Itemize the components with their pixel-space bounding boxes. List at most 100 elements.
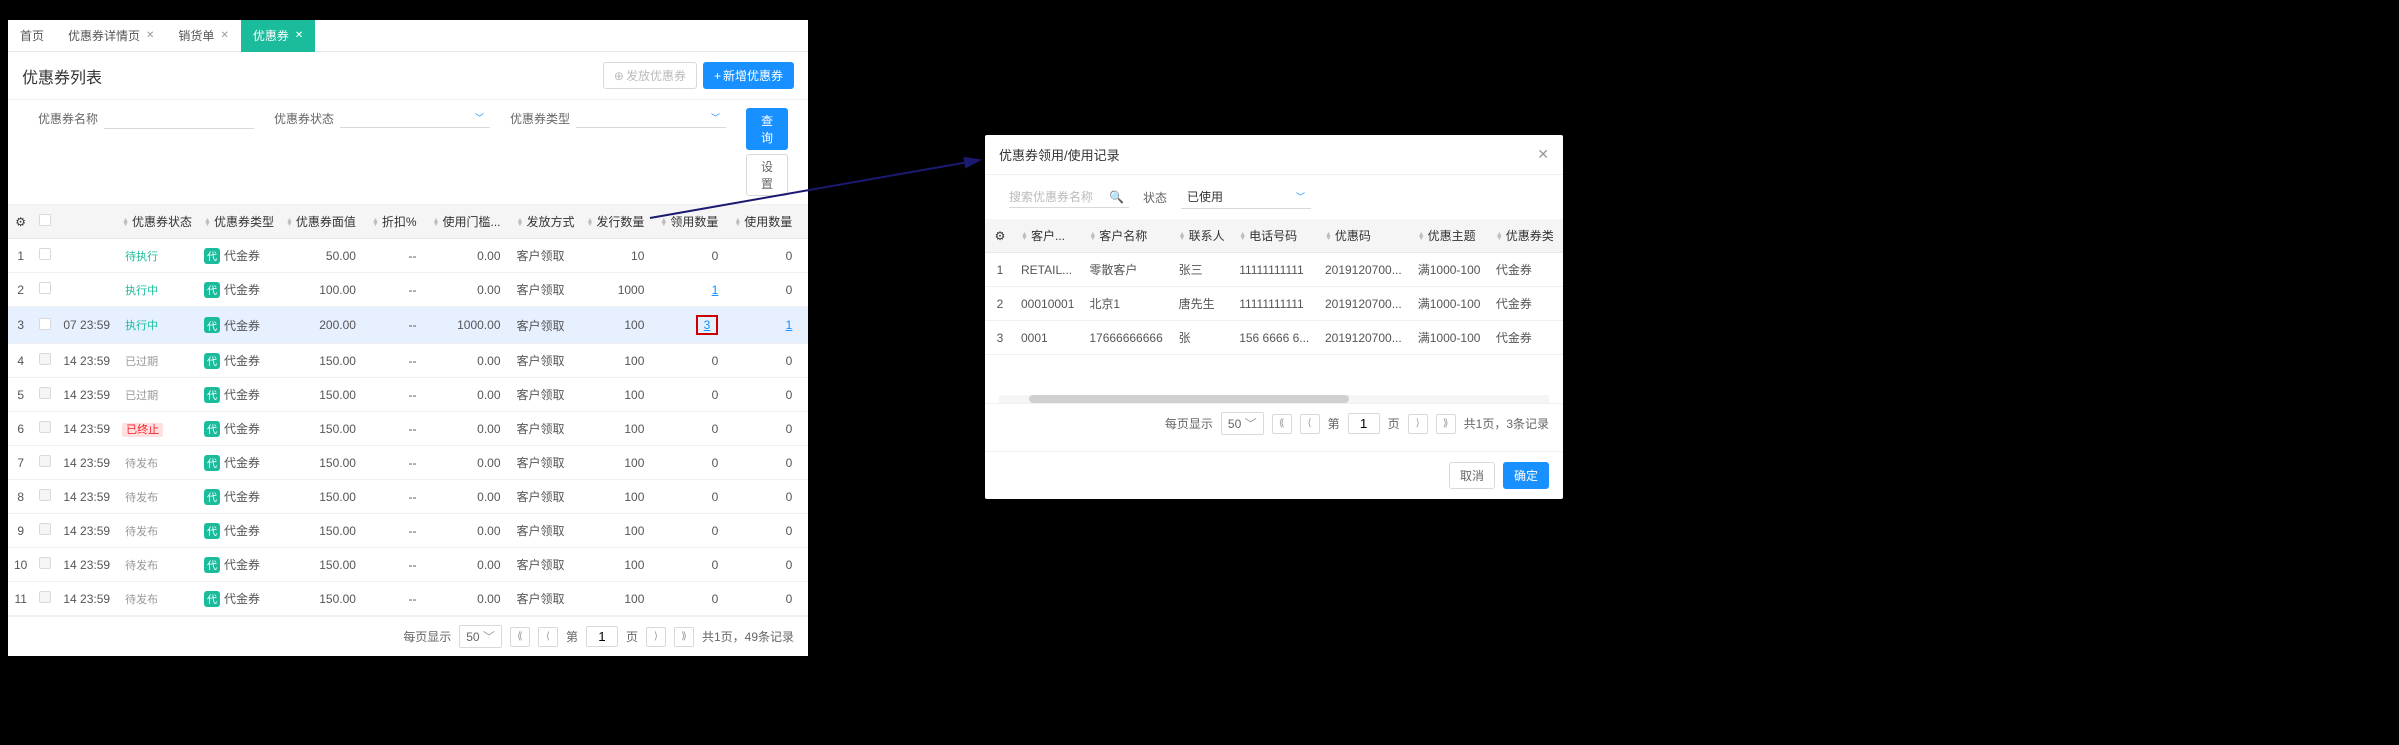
coupon-type-select[interactable]: ﹀ [576,108,726,128]
row-checkbox[interactable] [39,318,51,330]
search-icon[interactable]: 🔍 [1109,190,1124,204]
search-button[interactable]: 查询 [746,108,788,150]
row-checkbox[interactable] [39,282,51,294]
issue-qty: 100 [580,548,654,582]
first-page-button[interactable]: ⟪ [510,627,530,647]
tab[interactable]: 优惠券✕ [241,20,315,52]
last-page-button[interactable]: ⟫ [1436,414,1456,434]
sort-icon[interactable]: ▲▼ [586,219,593,227]
settings-button[interactable]: 设置 [746,154,788,196]
select-all-checkbox[interactable] [39,214,51,226]
claim-count-link[interactable]: 3 [704,318,711,332]
table-row[interactable]: 6 14 23:59 已终止 代代金券 150.00 -- 0.00 客户领取 … [8,412,808,446]
confirm-button[interactable]: 确定 [1503,462,1549,489]
sort-icon[interactable]: ▲▼ [204,219,211,227]
dialog-search[interactable]: 🔍 [1009,187,1129,208]
row-checkbox[interactable] [39,387,51,399]
sort-icon[interactable]: ▲▼ [1179,233,1186,241]
time-cell: 14 23:59 [57,480,116,514]
table-row[interactable]: 8 14 23:59 待发布 代代金券 150.00 -- 0.00 客户领取 … [8,480,808,514]
sort-icon[interactable]: ▲▼ [1089,233,1096,241]
table-row[interactable]: 2 00010001 北京1 唐先生 11111111111 201912070… [985,287,1563,321]
sort-icon[interactable]: ▲▼ [734,219,741,227]
table-row[interactable]: 4 14 23:59 已过期 代代金券 150.00 -- 0.00 客户领取 … [8,344,808,378]
coupon-name-input[interactable] [104,108,254,129]
tab[interactable]: 优惠券详情页✕ [56,20,166,52]
table-row[interactable]: 5 14 23:59 已过期 代代金券 150.00 -- 0.00 客户领取 … [8,378,808,412]
claim-count-link[interactable]: 1 [712,283,719,297]
table-row[interactable]: 2 执行中 代代金券 100.00 -- 0.00 客户领取 1000 1 0 … [8,273,808,307]
pagination-summary: 共1页，49条记录 [702,628,794,645]
add-coupon-button[interactable]: +新增优惠券 [703,62,794,89]
row-index: 6 [8,412,33,446]
row-checkbox[interactable] [39,557,51,569]
use-count-link[interactable]: 1 [786,318,793,332]
threshold: 0.00 [427,239,511,273]
sort-icon[interactable]: ▲▼ [517,219,524,227]
time-cell: 14 23:59 [57,446,116,480]
threshold: 0.00 [427,378,511,412]
page-input[interactable] [586,626,618,647]
prev-page-button[interactable]: ⟨ [1300,414,1320,434]
sort-icon[interactable]: ▲▼ [122,219,129,227]
type-text: 代金券 [224,388,260,402]
row-index: 11 [8,582,33,616]
table-row[interactable]: 1 待执行 代代金券 50.00 -- 0.00 客户领取 10 0 0 ↗ ⊞ [8,239,808,273]
sort-icon[interactable]: ▲▼ [1496,233,1503,241]
dialog-status-select[interactable]: 已使用 ﹀ [1181,185,1311,209]
sort-icon[interactable]: ▲▼ [372,219,379,227]
cancel-button[interactable]: 取消 [1449,462,1495,489]
dialog-per-page-select[interactable]: 50 ﹀ [1221,412,1264,435]
per-page-select[interactable]: 50 ﹀ [459,625,502,648]
phone: 156 6666 6... [1233,321,1319,355]
row-checkbox[interactable] [39,353,51,365]
table-row[interactable]: 1 RETAIL... 零散客户 张三 11111111111 20191207… [985,253,1563,287]
sort-icon[interactable]: ▲▼ [660,219,667,227]
table-row[interactable]: 10 14 23:59 待发布 代代金券 150.00 -- 0.00 客户领取… [8,548,808,582]
row-checkbox[interactable] [39,248,51,260]
filter-name-label: 优惠券名称 [38,110,98,127]
table-row[interactable]: 7 14 23:59 待发布 代代金券 150.00 -- 0.00 客户领取 … [8,446,808,480]
close-icon[interactable]: ✕ [1537,146,1549,163]
row-checkbox[interactable] [39,489,51,501]
row-checkbox[interactable] [39,421,51,433]
type-badge-icon: 代 [204,421,220,437]
gear-icon[interactable]: ⚙ [15,215,26,229]
close-icon[interactable]: ✕ [220,30,228,41]
pagination: 每页显示 50 ﹀ ⟪ ⟨ 第 页 ⟩ ⟫ 共1页，49条记录 [8,616,808,656]
row-checkbox[interactable] [39,455,51,467]
sort-icon[interactable]: ▲▼ [1418,233,1425,241]
sort-icon[interactable]: ▲▼ [1021,233,1028,241]
row-index: 10 [8,548,33,582]
close-icon[interactable]: ✕ [295,30,303,41]
dialog-search-input[interactable] [1009,190,1109,204]
sort-icon[interactable]: ▲▼ [433,219,440,227]
table-row[interactable]: 11 14 23:59 待发布 代代金券 150.00 -- 0.00 客户领取… [8,582,808,616]
row-checkbox[interactable] [39,591,51,603]
table-row[interactable]: 9 14 23:59 待发布 代代金券 150.00 -- 0.00 客户领取 … [8,514,808,548]
issue-qty: 10 [580,239,654,273]
close-icon[interactable]: ✕ [146,30,154,41]
threshold: 0.00 [427,273,511,307]
first-page-button[interactable]: ⟪ [1272,414,1292,434]
issue-coupon-button[interactable]: ⊕发放优惠券 [603,62,697,89]
subject: 满1000-100 [1412,321,1490,355]
sort-icon[interactable]: ▲▼ [286,219,293,227]
sort-icon[interactable]: ▲▼ [1325,233,1332,241]
coupon-status-select[interactable]: ﹀ [340,108,490,128]
next-page-button[interactable]: ⟩ [646,627,666,647]
prev-page-button[interactable]: ⟨ [538,627,558,647]
last-page-button[interactable]: ⟫ [674,627,694,647]
table-row[interactable]: 3 0001 17666666666 张 156 6666 6... 20191… [985,321,1563,355]
dialog-page-input[interactable] [1348,413,1380,434]
dialog-pagination-summary: 共1页，3条记录 [1464,415,1549,432]
tab[interactable]: 销货单✕ [166,20,240,52]
customer-code: 00010001 [1015,287,1083,321]
next-page-button[interactable]: ⟩ [1408,414,1428,434]
gear-icon[interactable]: ⚙ [995,229,1006,243]
table-row[interactable]: 3 07 23:59 执行中 代代金券 200.00 -- 1000.00 客户… [8,307,808,344]
horizontal-scrollbar[interactable] [999,395,1549,403]
tab[interactable]: 首页 [8,20,56,52]
row-checkbox[interactable] [39,523,51,535]
sort-icon[interactable]: ▲▼ [1239,233,1246,241]
